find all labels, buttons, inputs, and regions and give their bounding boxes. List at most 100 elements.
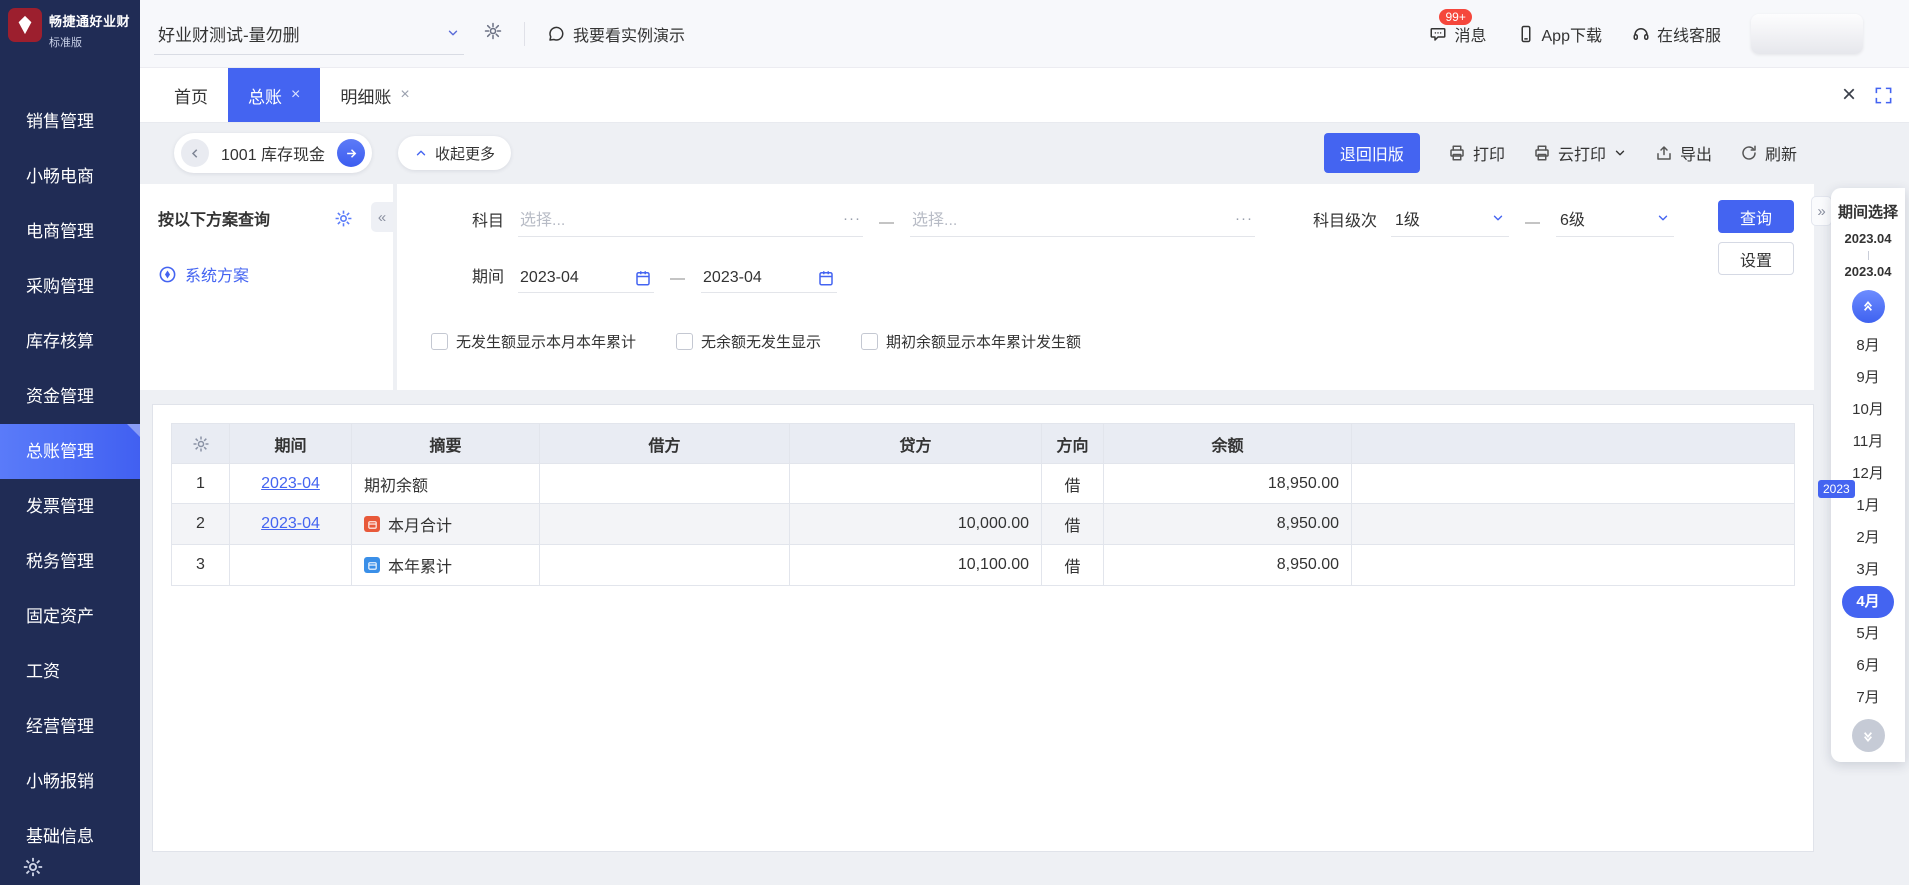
month-item[interactable]: 3月 (1842, 554, 1894, 586)
checkbox-icon[interactable] (431, 333, 448, 350)
cloud-print-button[interactable]: 云打印 (1533, 141, 1627, 165)
settings-button[interactable]: 设置 (1718, 242, 1794, 275)
message-icon (1430, 27, 1446, 41)
month-item[interactable]: 10月 (1842, 394, 1894, 426)
subject-level-label: 科目级次 (1313, 213, 1378, 230)
subject-from-input[interactable]: 选择... ··· (518, 206, 864, 237)
sidebar-item-ecommerce[interactable]: 电商管理 (0, 204, 140, 259)
tab-home[interactable]: 首页 (154, 68, 228, 122)
settings-gear-icon[interactable] (484, 22, 502, 45)
sidebar-item-general-ledger[interactable]: 总账管理 (0, 424, 140, 479)
scroll-down-button[interactable] (1851, 719, 1885, 752)
period-link[interactable]: 2023-04 (261, 515, 320, 532)
tab-detail-ledger[interactable]: 明细账 × (320, 68, 429, 122)
month-item[interactable]: 2月 (1842, 522, 1894, 554)
table-row: 2 2023-04 本月合计 10,000.00 借 8,950.00 (171, 503, 1795, 545)
chevron-down-icon (1658, 215, 1668, 221)
app-download-button[interactable]: App下载 (1517, 22, 1602, 46)
messages-button[interactable]: 99+ 消息 (1429, 8, 1487, 46)
app-logo: 畅捷通好业财 标准版 (0, 0, 140, 66)
chevron-down-icon (1615, 150, 1625, 156)
scheme-gear-icon[interactable] (334, 209, 353, 228)
print-button[interactable]: 打印 (1448, 141, 1505, 165)
level-to-value: 6级 (1560, 212, 1585, 229)
refresh-button[interactable]: 刷新 (1740, 141, 1797, 165)
period-to-input[interactable]: 2023-04 (701, 269, 838, 293)
month-item-selected[interactable]: 4月 (1842, 586, 1894, 618)
period-cell (229, 544, 352, 586)
table-row: 1 2023-04 期初余额 借 18,950.00 (171, 463, 1795, 504)
tab-general-ledger[interactable]: 总账 × (228, 68, 321, 122)
divider (524, 21, 525, 46)
prev-account-button[interactable] (181, 139, 209, 167)
printer-icon (1450, 145, 1464, 161)
user-avatar[interactable] (1751, 13, 1863, 54)
calendar-icon (636, 271, 650, 286)
subject-to-picker-icon[interactable]: ··· (1235, 210, 1253, 227)
query-button[interactable]: 查询 (1718, 200, 1794, 233)
refresh-icon (1742, 145, 1756, 160)
sidebar-item-payroll[interactable]: 工资 (0, 644, 140, 699)
account-label[interactable]: 1001 库存现金 (221, 141, 325, 165)
subject-label: 科目 (472, 213, 505, 230)
period-panel-handle[interactable]: » (1811, 196, 1832, 226)
compass-icon (159, 266, 176, 282)
sidebar-item-invoice[interactable]: 发票管理 (0, 479, 140, 534)
checkbox-icon[interactable] (861, 333, 879, 350)
back-to-old-version-button[interactable]: 退回旧版 (1323, 133, 1420, 173)
sidebar-item-operation[interactable]: 经营管理 (0, 699, 140, 754)
level-from-select[interactable]: 1级 (1391, 206, 1510, 237)
sidebar-item-expense[interactable]: 小畅报销 (0, 754, 140, 809)
collapse-panel-icon[interactable]: « (371, 202, 393, 232)
level-to-select[interactable]: 6级 (1556, 206, 1675, 237)
close-icon[interactable]: × (291, 86, 300, 104)
fullscreen-icon[interactable] (1874, 86, 1893, 105)
checkbox-no-balance[interactable]: 无余额无发生显示 (676, 331, 821, 352)
month-item[interactable]: 6月 (1842, 650, 1894, 682)
header-direction: 方向 (1041, 423, 1104, 464)
subject-from-picker-icon[interactable]: ··· (843, 210, 861, 227)
sidebar-item-purchase[interactable]: 采购管理 (0, 259, 140, 314)
month-item[interactable]: 7月 (1842, 682, 1894, 714)
balance-cell: 18,950.00 (1103, 463, 1352, 504)
close-page-icon[interactable]: × (1842, 83, 1856, 107)
export-button[interactable]: 导出 (1655, 141, 1712, 165)
period-to-value: 2023-04 (703, 269, 762, 286)
brand-name: 畅捷通好业财 (49, 14, 131, 29)
demo-link[interactable]: 我要看实例演示 (547, 22, 685, 46)
month-item[interactable]: 11月 (1842, 426, 1894, 458)
period-link[interactable]: 2023-04 (261, 475, 320, 492)
checkbox-no-activity[interactable]: 无发生额显示本月本年累计 (431, 331, 636, 352)
header-period: 期间 (229, 423, 352, 464)
column-settings-header[interactable] (171, 423, 230, 464)
close-icon[interactable]: × (400, 86, 409, 104)
period-from-input[interactable]: 2023-04 (518, 269, 655, 293)
calendar-icon (819, 271, 833, 286)
toolbar-actions: 退回旧版 打印 云打印 导出 刷新 (1323, 133, 1797, 173)
sidebar-item-tax[interactable]: 税务管理 (0, 534, 140, 589)
subject-to-input[interactable]: 选择... ··· (910, 206, 1256, 237)
sidebar-item-basic-info[interactable]: 基础信息 (0, 809, 140, 864)
sidebar-item-inventory[interactable]: 库存核算 (0, 314, 140, 369)
sidebar-item-funds[interactable]: 资金管理 (0, 369, 140, 424)
subject-filter-row: 科目 选择... ··· — 选择... ··· 科目级次 1级 — 6级 (397, 206, 1814, 237)
next-account-button[interactable] (337, 139, 366, 167)
online-service-button[interactable]: 在线客服 (1632, 22, 1721, 46)
month-item[interactable]: 5月 (1842, 618, 1894, 650)
company-selector[interactable]: 好业财测试-量勿删 (154, 13, 464, 55)
credit-cell: 10,100.00 (789, 544, 1042, 586)
cloud-printer-icon (1535, 145, 1549, 161)
gear-icon[interactable] (184, 435, 217, 453)
system-scheme-link[interactable]: 系统方案 (140, 262, 393, 286)
checkbox-icon[interactable] (676, 333, 694, 350)
checkbox-opening-balance[interactable]: 期初余额显示本年累计发生额 (861, 331, 1081, 352)
scroll-up-button[interactable] (1851, 290, 1885, 323)
sidebar-gear-icon[interactable] (22, 856, 44, 883)
sidebar-item-xiaochang-ecommerce[interactable]: 小畅电商 (0, 149, 140, 204)
collapse-more-button[interactable]: 收起更多 (398, 136, 512, 170)
sidebar-item-fixed-assets[interactable]: 固定资产 (0, 589, 140, 644)
month-item[interactable]: 8月 (1842, 330, 1894, 362)
month-item[interactable]: 9月 (1842, 362, 1894, 394)
divider (1867, 251, 1869, 260)
sidebar-item-sales[interactable]: 销售管理 (0, 94, 140, 149)
